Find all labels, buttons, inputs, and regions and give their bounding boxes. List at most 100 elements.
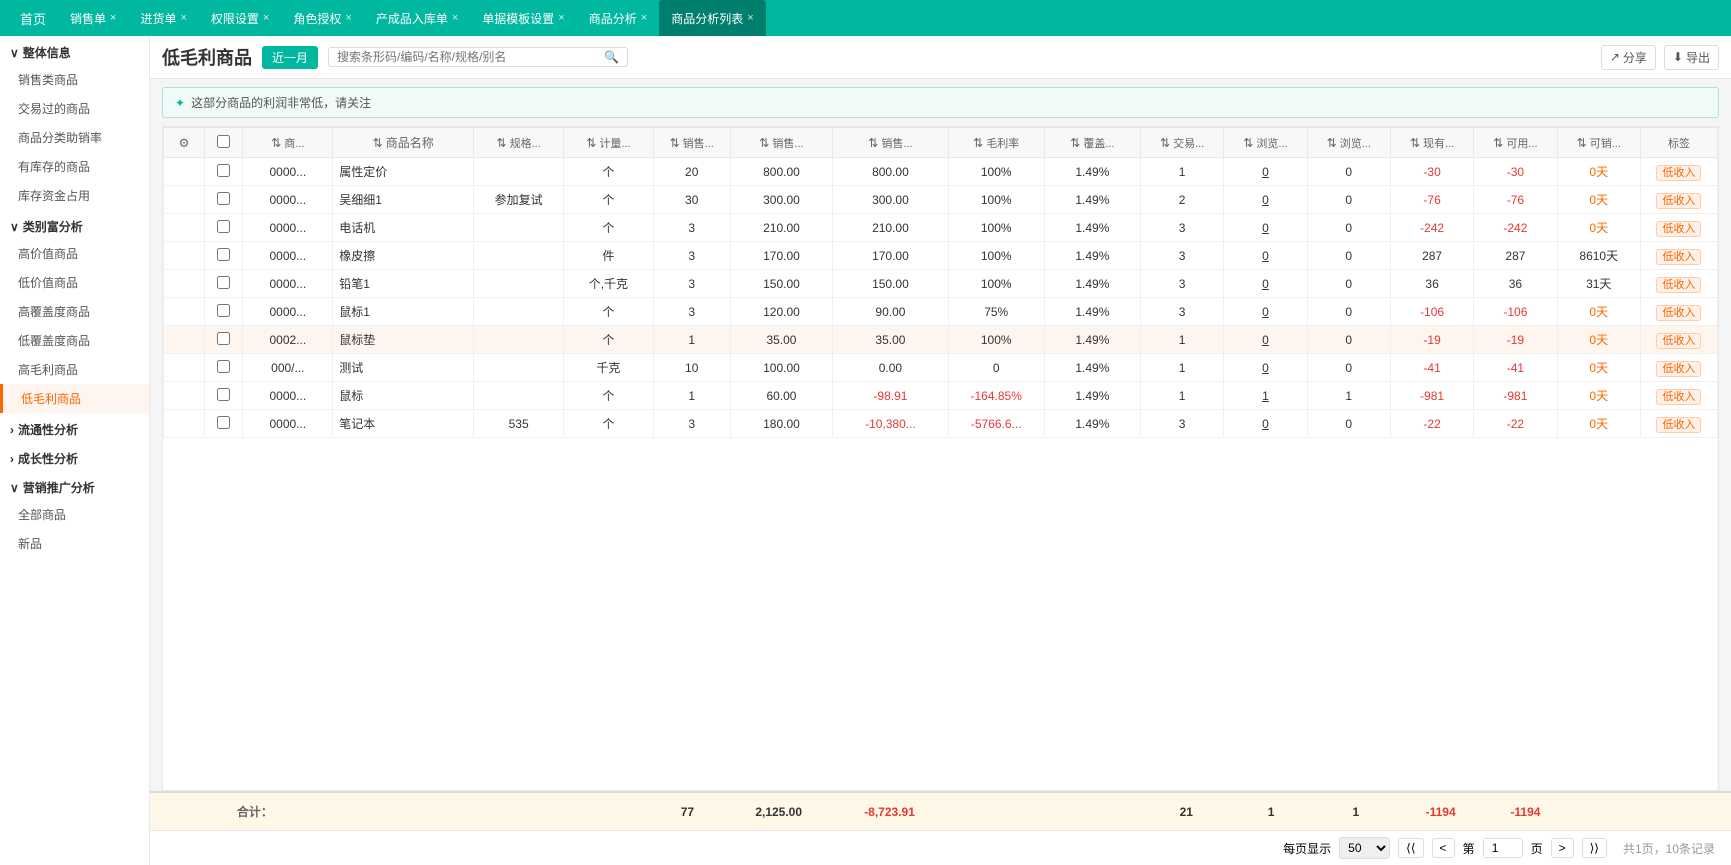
sidebar-item-high-value[interactable]: 高价值商品 — [0, 239, 149, 268]
col-spec[interactable]: ⇅ 规格... — [474, 128, 564, 158]
sidebar-item-high-coverage[interactable]: 高覆盖度商品 — [0, 297, 149, 326]
col-settings[interactable]: ⚙ — [164, 128, 205, 158]
sidebar-group-growth[interactable]: › 成长性分析 — [0, 442, 149, 471]
sidebar-group-flow[interactable]: › 流通性分析 — [0, 413, 149, 442]
cell-checkbox-7[interactable] — [205, 354, 243, 382]
cell-checkbox-8[interactable] — [205, 382, 243, 410]
sidebar-item-stock-fund[interactable]: 库存资金占用 — [0, 181, 149, 210]
cell-view1-3[interactable]: 0 — [1224, 242, 1307, 270]
col-code[interactable]: ⇅ 商... — [243, 128, 333, 158]
cell-checkbox-6[interactable] — [205, 326, 243, 354]
sidebar-item-new-goods[interactable]: 新品 — [0, 529, 149, 558]
nav-close-role[interactable]: × — [345, 12, 351, 24]
cell-view1-2[interactable]: 0 — [1224, 214, 1307, 242]
select-all-checkbox[interactable] — [217, 135, 230, 148]
cell-checkbox-0[interactable] — [205, 158, 243, 186]
col-coverage[interactable]: ⇅ 覆盖... — [1044, 128, 1140, 158]
row-checkbox-9[interactable] — [217, 416, 230, 429]
nav-permission[interactable]: 权限设置 × — [199, 0, 281, 36]
cell-view1-1[interactable]: 0 — [1224, 186, 1307, 214]
sidebar-item-sales-goods[interactable]: 销售类商品 — [0, 65, 149, 94]
cell-checkbox-2[interactable] — [205, 214, 243, 242]
cell-checkbox-9[interactable] — [205, 410, 243, 438]
row-checkbox-2[interactable] — [217, 220, 230, 233]
nav-product-entry[interactable]: 产成品入库单 × — [364, 0, 470, 36]
col-sales-amount[interactable]: ⇅ 销售... — [730, 128, 833, 158]
nav-template[interactable]: 单据模板设置 × — [470, 0, 576, 36]
nav-role[interactable]: 角色授权 × — [281, 0, 363, 36]
view1-link-7[interactable]: 0 — [1262, 361, 1269, 375]
nav-close-purchase[interactable]: × — [180, 12, 186, 24]
col-checkbox-all[interactable] — [205, 128, 243, 158]
view1-link-3[interactable]: 0 — [1262, 249, 1269, 263]
row-checkbox-5[interactable] — [217, 304, 230, 317]
cell-checkbox-4[interactable] — [205, 270, 243, 298]
col-current-stock[interactable]: ⇅ 现有... — [1390, 128, 1473, 158]
sidebar-group-category[interactable]: ∨ 类别富分析 — [0, 210, 149, 239]
row-checkbox-7[interactable] — [217, 360, 230, 373]
row-checkbox-0[interactable] — [217, 164, 230, 177]
nav-analysis-list[interactable]: 商品分析列表 × — [659, 0, 765, 36]
col-margin[interactable]: ⇅ 毛利率 — [948, 128, 1044, 158]
nav-analysis[interactable]: 商品分析 × — [577, 0, 659, 36]
last-page-btn[interactable]: ⟩⟩ — [1582, 838, 1607, 858]
nav-close-analysis[interactable]: × — [641, 12, 647, 24]
cell-view1-9[interactable]: 0 — [1224, 410, 1307, 438]
nav-purchase[interactable]: 进货单 × — [128, 0, 198, 36]
sidebar-group-overall[interactable]: ∨ 整体信息 — [0, 36, 149, 65]
page-number-input[interactable] — [1483, 838, 1523, 858]
col-sales-qty[interactable]: ⇅ 销售... — [653, 128, 730, 158]
col-view1[interactable]: ⇅ 浏览... — [1224, 128, 1307, 158]
sidebar-item-all-goods[interactable]: 全部商品 — [0, 500, 149, 529]
view1-link-4[interactable]: 0 — [1262, 277, 1269, 291]
settings-icon[interactable]: ⚙ — [179, 136, 190, 150]
col-trade[interactable]: ⇅ 交易... — [1140, 128, 1223, 158]
view1-link-1[interactable]: 0 — [1262, 193, 1269, 207]
cell-view1-5[interactable]: 0 — [1224, 298, 1307, 326]
nav-close-permission[interactable]: × — [263, 12, 269, 24]
nav-close-product-entry[interactable]: × — [452, 12, 458, 24]
export-btn[interactable]: ⬇ 导出 — [1664, 45, 1719, 70]
row-checkbox-3[interactable] — [217, 248, 230, 261]
first-page-btn[interactable]: ⟨⟨ — [1398, 838, 1423, 858]
view1-link-6[interactable]: 0 — [1262, 333, 1269, 347]
col-view2[interactable]: ⇅ 浏览... — [1307, 128, 1390, 158]
share-btn[interactable]: ↗ 分享 — [1601, 45, 1656, 70]
sidebar-item-low-coverage[interactable]: 低覆盖度商品 — [0, 326, 149, 355]
cell-view1-8[interactable]: 1 — [1224, 382, 1307, 410]
col-tag[interactable]: 标签 — [1640, 128, 1717, 158]
row-checkbox-8[interactable] — [217, 388, 230, 401]
nav-sales[interactable]: 销售单 × — [58, 0, 128, 36]
per-page-select[interactable]: 50 100 200 — [1339, 837, 1390, 859]
sidebar-group-marketing[interactable]: ∨ 营销推广分析 — [0, 471, 149, 500]
col-available-stock[interactable]: ⇅ 可用... — [1474, 128, 1557, 158]
search-icon[interactable]: 🔍 — [604, 50, 619, 64]
row-checkbox-4[interactable] — [217, 276, 230, 289]
sidebar-item-stocked-goods[interactable]: 有库存的商品 — [0, 152, 149, 181]
nav-home[interactable]: 首页 — [8, 0, 58, 36]
nav-close-sales[interactable]: × — [110, 12, 116, 24]
cell-checkbox-3[interactable] — [205, 242, 243, 270]
cell-view1-6[interactable]: 0 — [1224, 326, 1307, 354]
view1-link-2[interactable]: 0 — [1262, 221, 1269, 235]
view1-link-0[interactable]: 0 — [1262, 165, 1269, 179]
sidebar-item-category-assist[interactable]: 商品分类助销率 — [0, 123, 149, 152]
view1-link-8[interactable]: 1 — [1262, 389, 1269, 403]
cell-view1-7[interactable]: 0 — [1224, 354, 1307, 382]
search-input[interactable] — [337, 50, 604, 64]
sidebar-item-low-value[interactable]: 低价值商品 — [0, 268, 149, 297]
col-sellable[interactable]: ⇅ 可销... — [1557, 128, 1640, 158]
date-filter-btn[interactable]: 近一月 — [262, 46, 318, 69]
row-checkbox-1[interactable] — [217, 192, 230, 205]
sidebar-item-high-margin[interactable]: 高毛利商品 — [0, 355, 149, 384]
col-name[interactable]: ⇅ 商品名称 — [333, 128, 474, 158]
next-page-btn[interactable]: > — [1551, 838, 1574, 858]
cell-checkbox-1[interactable] — [205, 186, 243, 214]
nav-close-analysis-list[interactable]: × — [747, 12, 753, 24]
view1-link-5[interactable]: 0 — [1262, 305, 1269, 319]
sidebar-item-traded-goods[interactable]: 交易过的商品 — [0, 94, 149, 123]
sidebar-item-low-margin[interactable]: 低毛利商品 — [0, 384, 149, 413]
prev-page-btn[interactable]: < — [1432, 838, 1455, 858]
col-sales-profit[interactable]: ⇅ 销售... — [833, 128, 948, 158]
row-checkbox-6[interactable] — [217, 332, 230, 345]
